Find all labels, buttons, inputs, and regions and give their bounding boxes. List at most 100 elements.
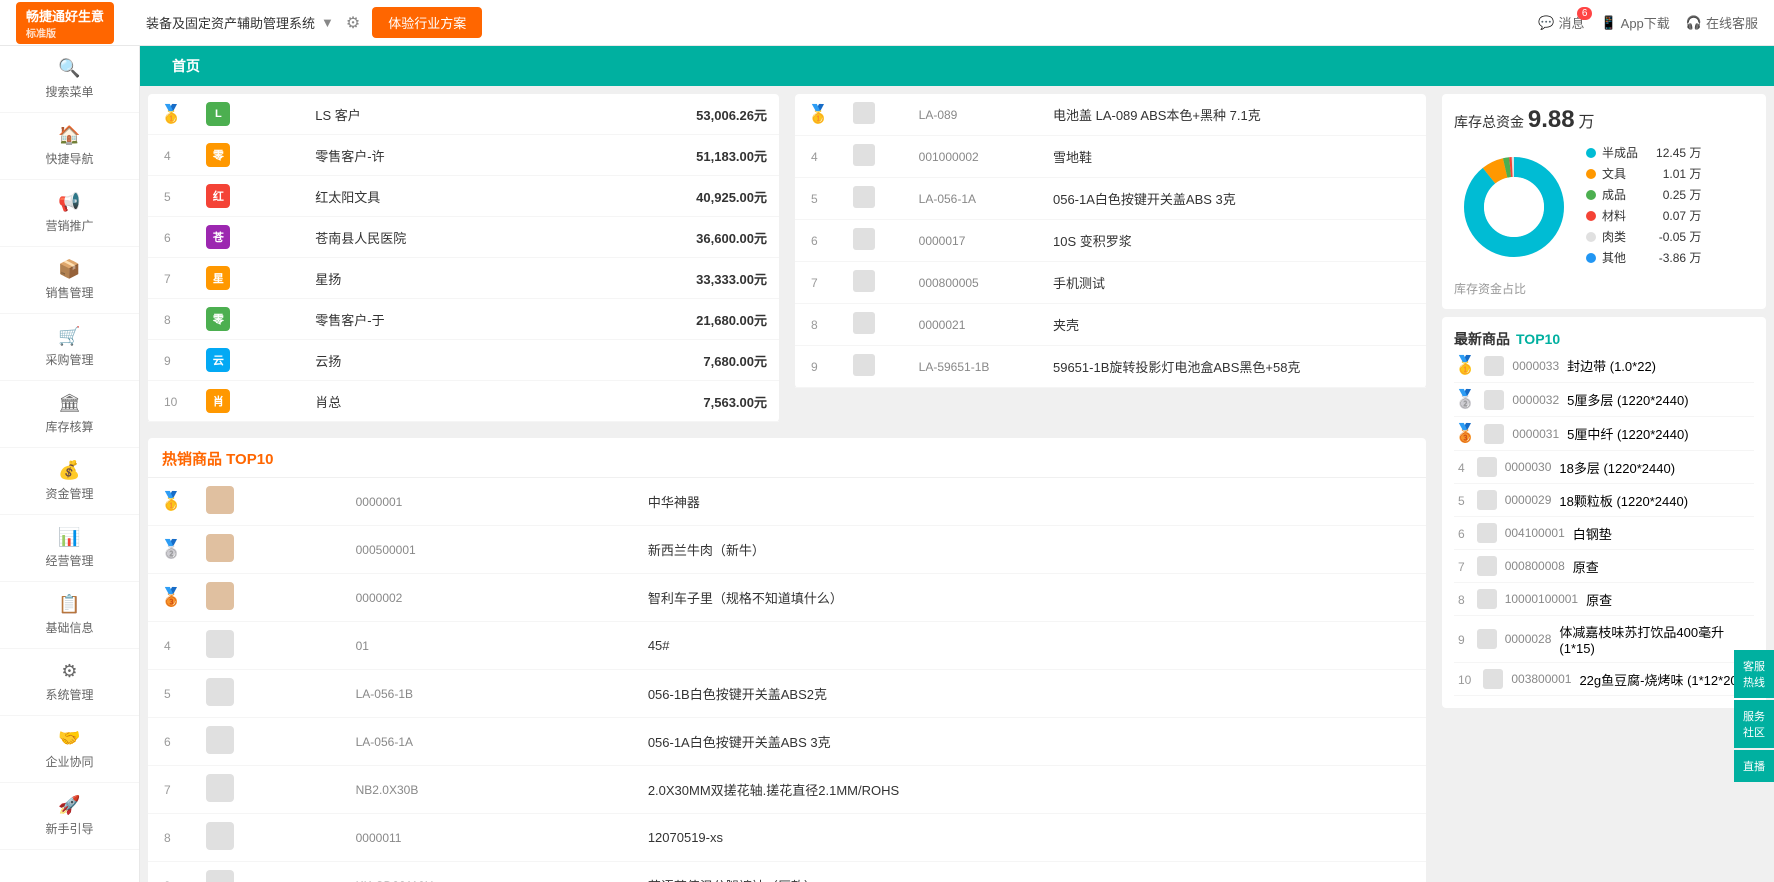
new-product-code: 0000028	[1505, 632, 1552, 646]
product-name: 电池盖 LA-089 ABS本色+黑种 7.1克	[1041, 94, 1426, 136]
service-label: 在线客服	[1706, 13, 1758, 32]
logo-sub: 标准版	[26, 25, 104, 40]
service-btn[interactable]: 🎧 在线客服	[1686, 13, 1758, 32]
new-products-label: 最新商品	[1454, 329, 1510, 349]
hot-product-name: 中华神器	[636, 478, 1426, 526]
sidebar-item-purchase[interactable]: 🛒 采购管理	[0, 314, 139, 381]
sidebar-label-basics: 基础信息	[45, 619, 93, 636]
new-product-code: 004100001	[1505, 526, 1565, 540]
customer-amount: 53,006.26元	[564, 94, 779, 135]
new-product-name: 18颗粒板 (1220*2440)	[1559, 491, 1688, 510]
sidebar-item-inventory[interactable]: 🏛 库存核算	[0, 381, 139, 448]
sidebar-label-inventory: 库存核算	[45, 418, 93, 435]
headset-icon: 🎧	[1686, 15, 1702, 31]
product-row: 🥇 LA-089 电池盖 LA-089 ABS本色+黑种 7.1克	[795, 94, 1426, 136]
home-tab[interactable]: 首页	[156, 48, 216, 84]
legend-item: 肉类 -0.05 万	[1586, 228, 1701, 245]
new-product-item: 4 0000030 18多层 (1220*2440)	[1454, 451, 1754, 484]
customer-row: 5 红 红太阳文具 40,925.00元	[148, 176, 779, 217]
customer-amount: 21,680.00元	[564, 299, 779, 340]
product-top10-table: 🥇 LA-089 电池盖 LA-089 ABS本色+黑种 7.1克 4 0010…	[795, 94, 1426, 388]
new-product-item: 7 000800008 原查	[1454, 550, 1754, 583]
try-button[interactable]: 体验行业方案	[372, 7, 482, 38]
hot-product-row: 7 NB2.0X30B 2.0X30MM双搓花轴.搓花直径2.1MM/ROHS	[148, 766, 1426, 814]
hot-product-name: 056-1A白色按键开关盖ABS 3克	[636, 718, 1426, 766]
customer-table: 🥇 L LS 客户 53,006.26元 4 零 零售客户-许 51,183.0…	[148, 94, 779, 422]
hot-products-title: 热销商品 TOP10	[148, 438, 1426, 478]
new-product-item: 10 003800001 22g鱼豆腐-烧烤味 (1*12*20)	[1454, 663, 1754, 696]
topbar: 畅捷通好生意 标准版 装备及固定资产辅助管理系统 ▼ ⚙ 体验行业方案 💬 消息…	[0, 0, 1774, 46]
new-product-item: 8 10000100001 原查	[1454, 583, 1754, 616]
hot-products-block: 热销商品 TOP10 🥇 0000001 中华神器 🥈 000500001 新西…	[148, 438, 1426, 882]
app-download-btn[interactable]: 📱 App下载	[1600, 13, 1669, 32]
purchase-icon: 🛒	[58, 326, 80, 347]
hot-product-name: 智利车子里（规格不知道填什么）	[636, 574, 1426, 622]
hot-product-code: 0000002	[344, 574, 636, 622]
message-btn[interactable]: 💬 消息 6	[1538, 13, 1584, 32]
sidebar-item-sales[interactable]: 📦 销售管理	[0, 247, 139, 314]
hot-product-row: 5 LA-056-1B 056-1B白色按键开关盖ABS2克	[148, 670, 1426, 718]
new-product-code: 003800001	[1511, 672, 1571, 686]
app-label: App下载	[1621, 13, 1670, 32]
hot-product-name: 056-1B白色按键开关盖ABS2克	[636, 670, 1426, 718]
sidebar-item-marketing[interactable]: 📢 营销推广	[0, 180, 139, 247]
inventory-title: 库存总资金 9.88 万	[1454, 106, 1754, 134]
system-selector[interactable]: 装备及固定资产辅助管理系统 ▼	[146, 13, 334, 32]
community-btn[interactable]: 服务社区	[1734, 700, 1774, 748]
legend-value: 12.45 万	[1644, 144, 1701, 161]
product-row: 5 LA-056-1A 056-1A白色按键开关盖ABS 3克	[795, 178, 1426, 220]
topbar-right: 💬 消息 6 📱 App下载 🎧 在线客服	[1538, 13, 1758, 32]
dropdown-icon[interactable]: ▼	[321, 15, 334, 30]
legend-value: 0.07 万	[1651, 207, 1702, 224]
message-icon: 💬	[1538, 15, 1554, 31]
customer-name: LS 客户	[303, 94, 564, 135]
sidebar: 🔍 搜索菜单 🏠 快捷导航 📢 营销推广 📦 销售管理 🛒 采购管理 🏛 库存核…	[0, 46, 140, 882]
operations-icon: 📊	[58, 527, 80, 548]
product-code: LA-089	[907, 94, 1041, 136]
product-row: 7 000800005 手机测试	[795, 262, 1426, 304]
logo: 畅捷通好生意 标准版	[16, 2, 114, 44]
hot-product-row: 4 01 45#	[148, 622, 1426, 670]
settings-icon[interactable]: ⚙	[346, 13, 360, 33]
new-product-item: 6 004100001 白钢垫	[1454, 517, 1754, 550]
customer-row: 10 肖 肖总 7,563.00元	[148, 381, 779, 422]
sidebar-item-operations[interactable]: 📊 经营管理	[0, 515, 139, 582]
new-product-item: 🥈 0000032 5厘多层 (1220*2440)	[1454, 383, 1754, 417]
new-product-name: 封边带 (1.0*22)	[1567, 356, 1656, 375]
customer-row: 8 零 零售客户-于 21,680.00元	[148, 299, 779, 340]
guide-icon: 🚀	[58, 795, 80, 816]
system-name: 装备及固定资产辅助管理系统	[146, 13, 315, 32]
legend-label: 其他	[1602, 249, 1626, 266]
hot-product-name: 12070519-xs	[636, 814, 1426, 862]
product-row: 9 LA-59651-1B 59651-1B旋转投影灯电池盒ABS黑色+58克	[795, 346, 1426, 388]
hot-product-code: NB2.0X30B	[344, 766, 636, 814]
sidebar-item-quicknav[interactable]: 🏠 快捷导航	[0, 113, 139, 180]
hot-product-code: 0000001	[344, 478, 636, 526]
live-btn[interactable]: 直播	[1734, 750, 1774, 782]
customer-name: 苍南县人民医院	[303, 217, 564, 258]
hot-product-row: 🥈 000500001 新西兰牛肉（新牛）	[148, 526, 1426, 574]
customer-row: 4 零 零售客户-许 51,183.00元	[148, 135, 779, 176]
legend-value: 1.01 万	[1651, 165, 1702, 182]
product-name: 056-1A白色按键开关盖ABS 3克	[1041, 178, 1426, 220]
new-product-name: 5厘中纤 (1220*2440)	[1567, 424, 1688, 443]
sidebar-item-guide[interactable]: 🚀 新手引导	[0, 783, 139, 850]
customer-amount: 36,600.00元	[564, 217, 779, 258]
sidebar-item-system[interactable]: ⚙ 系统管理	[0, 649, 139, 716]
new-product-code: 000800008	[1505, 559, 1565, 573]
hotline-btn[interactable]: 客服热线	[1734, 650, 1774, 698]
sidebar-item-cooperation[interactable]: 🤝 企业协同	[0, 716, 139, 783]
sidebar-label-purchase: 采购管理	[45, 351, 93, 368]
content-area: 首页 🥇 L LS 客户 53,006.26元 4 零 零售客户-许 51,18…	[140, 46, 1774, 882]
sidebar-item-finance[interactable]: 💰 资金管理	[0, 448, 139, 515]
content-nav: 首页	[140, 46, 1774, 86]
basics-icon: 📋	[58, 594, 80, 615]
customer-top10-block: 🥇 L LS 客户 53,006.26元 4 零 零售客户-许 51,183.0…	[148, 94, 779, 422]
sidebar-item-search[interactable]: 🔍 搜索菜单	[0, 46, 139, 113]
sidebar-label-guide: 新手引导	[45, 820, 93, 837]
system-icon: ⚙	[61, 661, 77, 682]
left-panel: 🥇 L LS 客户 53,006.26元 4 零 零售客户-许 51,183.0…	[140, 86, 1434, 882]
new-products-block: 最新商品 TOP10 🥇 0000033 封边带 (1.0*22) 🥈 0000…	[1442, 317, 1766, 708]
sidebar-item-basics[interactable]: 📋 基础信息	[0, 582, 139, 649]
customer-name: 星扬	[303, 258, 564, 299]
